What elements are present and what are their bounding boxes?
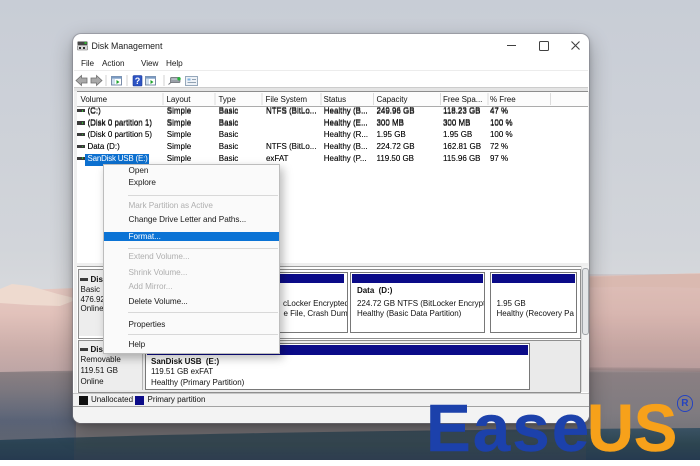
- svg-text:?: ?: [135, 76, 141, 86]
